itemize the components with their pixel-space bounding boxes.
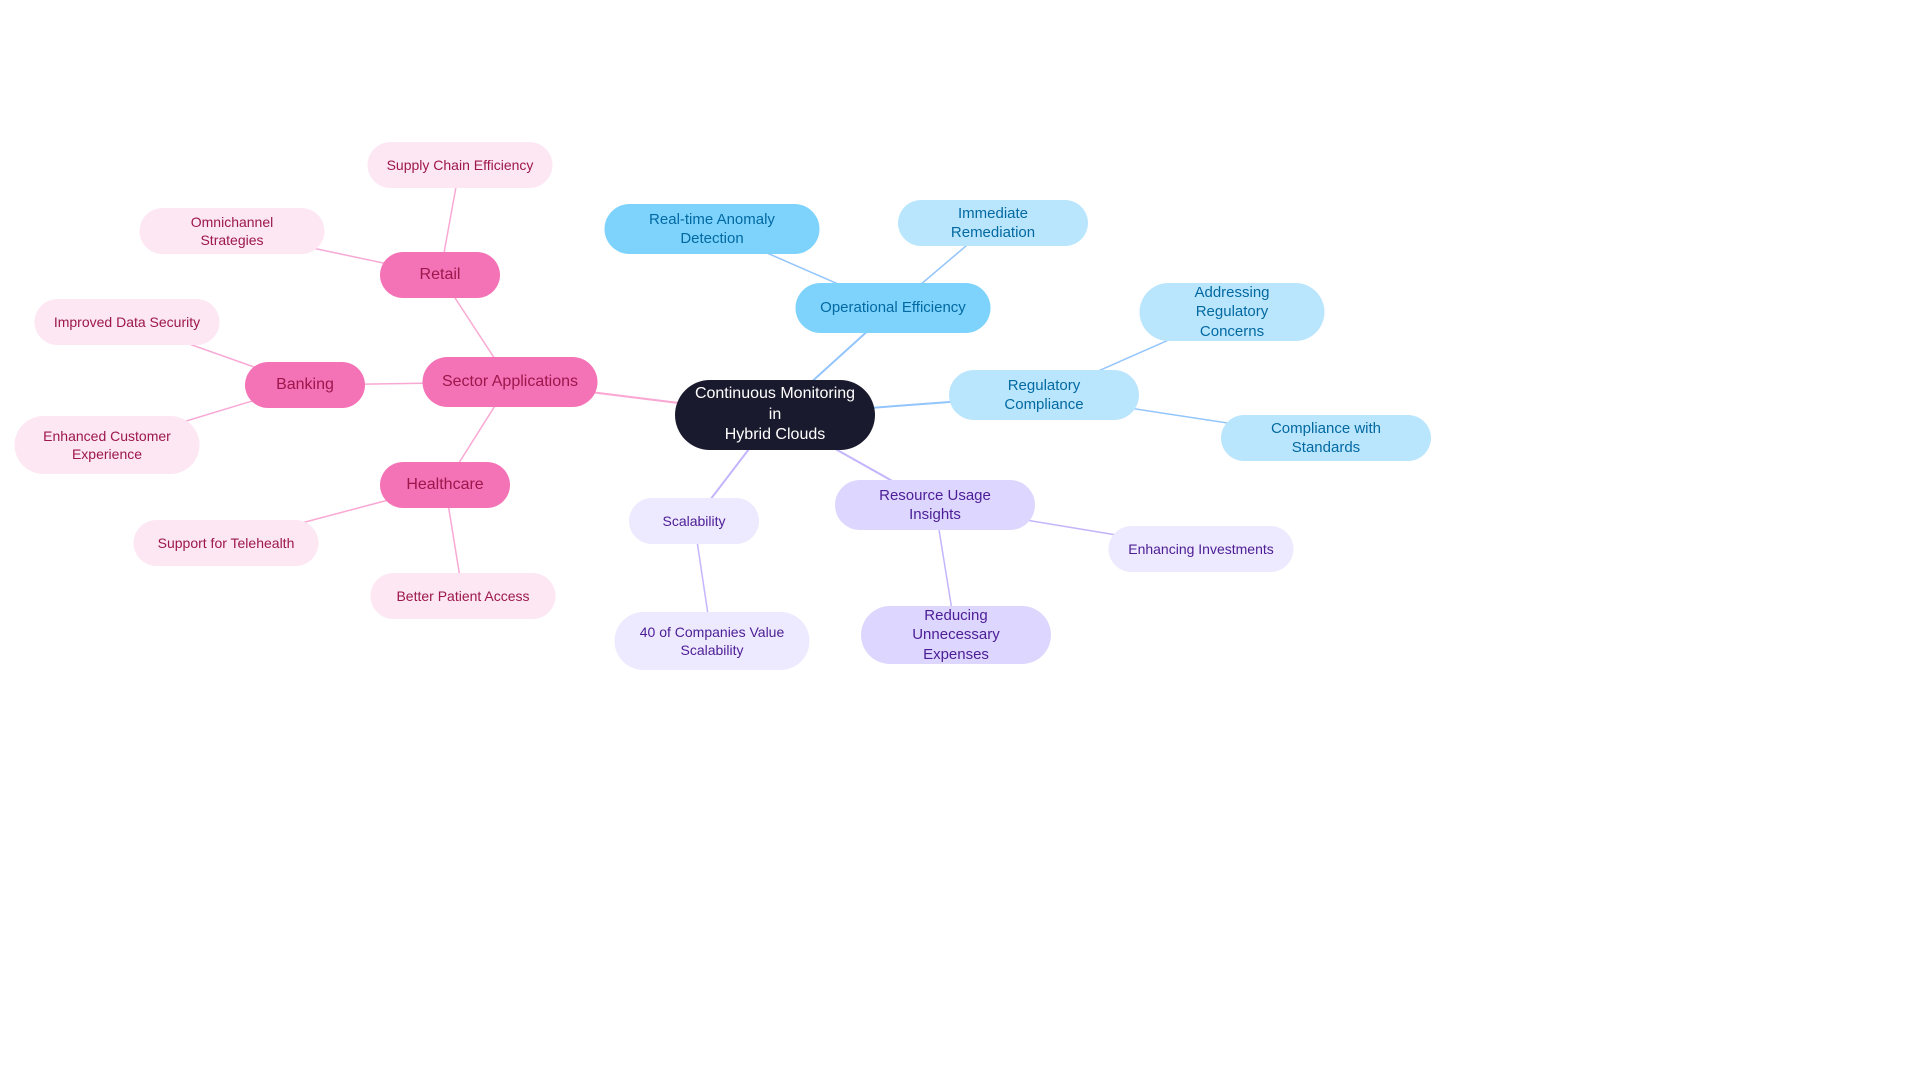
retail-node: Retail [380, 252, 500, 298]
addressing-regulatory-node: Addressing RegulatoryConcerns [1140, 283, 1325, 341]
sector-applications-node: Sector Applications [423, 357, 598, 407]
center-node: Continuous Monitoring inHybrid Clouds [675, 380, 875, 450]
improved-security-node: Improved Data Security [35, 299, 220, 345]
enhancing-investments-node: Enhancing Investments [1109, 526, 1294, 572]
better-patient-node: Better Patient Access [371, 573, 556, 619]
supply-chain-node: Supply Chain Efficiency [368, 142, 553, 188]
banking-node: Banking [245, 362, 365, 408]
resource-usage-node: Resource Usage Insights [835, 480, 1035, 530]
operational-efficiency-node: Operational Efficiency [796, 283, 991, 333]
enhanced-customer-node: Enhanced CustomerExperience [15, 416, 200, 474]
reducing-expenses-node: Reducing UnnecessaryExpenses [861, 606, 1051, 664]
healthcare-node: Healthcare [380, 462, 510, 508]
real-time-anomaly-node: Real-time Anomaly Detection [605, 204, 820, 254]
compliance-standards-node: Compliance with Standards [1221, 415, 1431, 461]
companies-value-node: 40 of Companies ValueScalability [615, 612, 810, 670]
omnichannel-node: Omnichannel Strategies [140, 208, 325, 254]
regulatory-compliance-node: Regulatory Compliance [949, 370, 1139, 420]
scalability-node: Scalability [629, 498, 759, 544]
immediate-remediation-node: Immediate Remediation [898, 200, 1088, 246]
support-telehealth-node: Support for Telehealth [134, 520, 319, 566]
